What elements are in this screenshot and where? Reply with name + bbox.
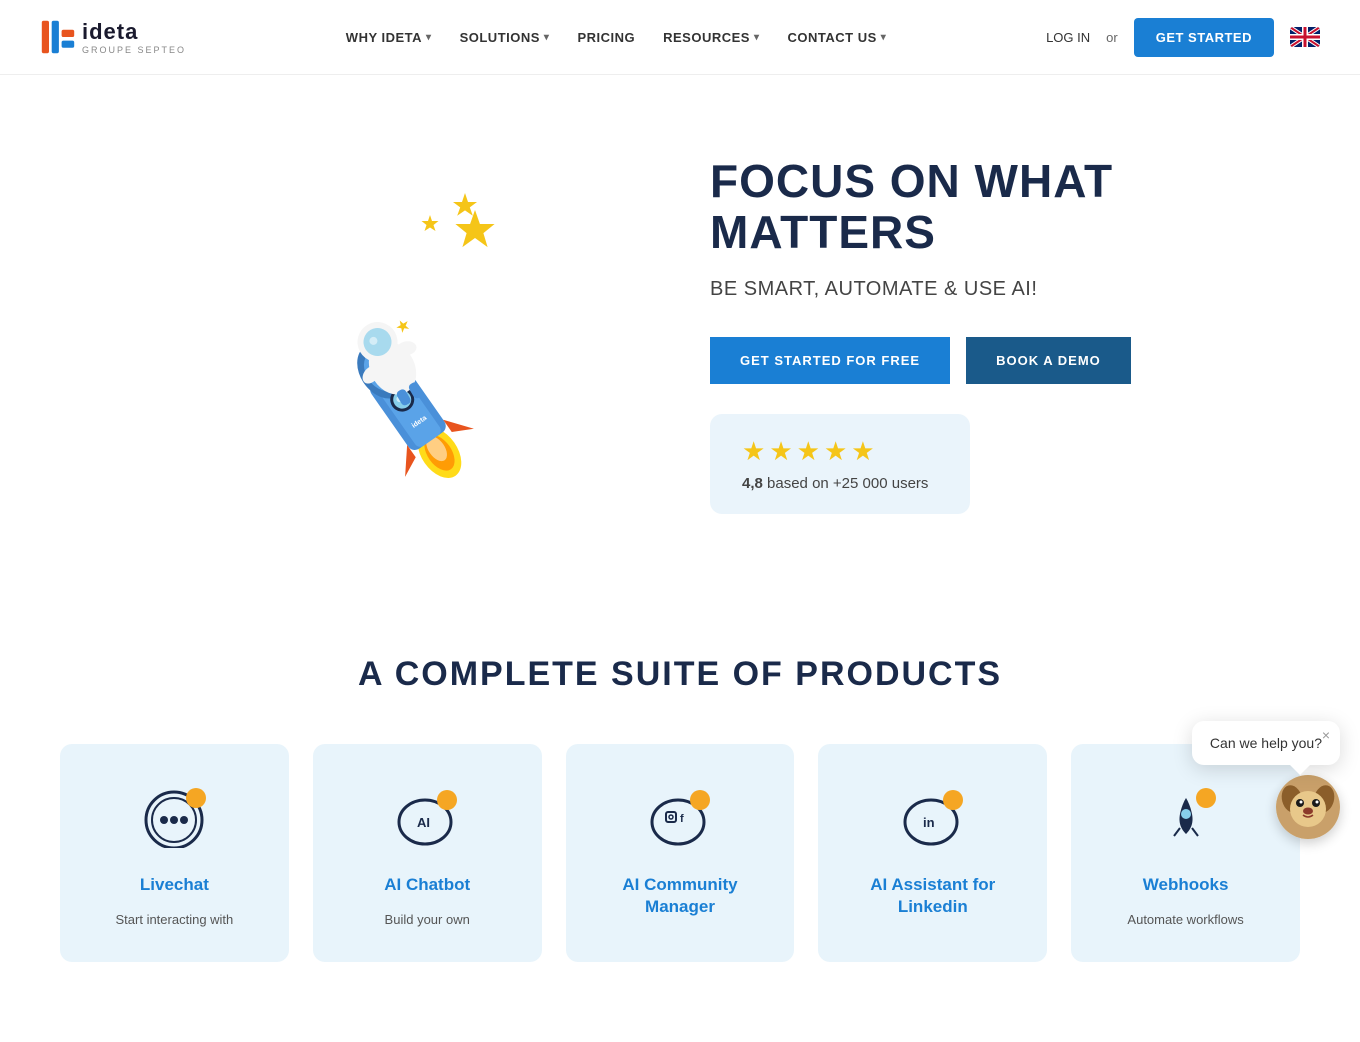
main-nav: WHY IDETA ▾ SOLUTIONS ▾ PRICING RESOURCE… <box>346 30 887 45</box>
rating-text: 4,8 based on +25 000 users <box>742 475 938 492</box>
hero-image: ideta <box>100 145 670 525</box>
hero-content: FOCUS ON WHAT MATTERS BE SMART, AUTOMATE… <box>670 156 1280 513</box>
products-section: A COMPLETE SUITE OF PRODUCTS Livechat St… <box>0 595 1360 1042</box>
logo-text: ideta GROUPE SEPTEO <box>82 19 186 55</box>
products-title: A COMPLETE SUITE OF PRODUCTS <box>60 655 1300 694</box>
nav-resources[interactable]: RESOURCES ▾ <box>663 30 759 45</box>
svg-text:f: f <box>680 813 684 825</box>
hero-title: FOCUS ON WHAT MATTERS <box>710 156 1280 257</box>
or-label: or <box>1106 30 1118 45</box>
hero-illustration: ideta <box>195 175 575 495</box>
hero-buttons: GET STARTED FOR FREE BOOK A DEMO <box>710 337 1131 384</box>
nav-pricing[interactable]: PRICING <box>577 30 635 45</box>
login-link[interactable]: LOG IN <box>1046 30 1090 45</box>
product-card-linkedin[interactable]: in AI Assistant for Linkedin <box>818 744 1047 962</box>
chat-bubble-text: Can we help you? <box>1210 735 1322 751</box>
get-started-free-button[interactable]: GET STARTED FOR FREE <box>710 337 950 384</box>
community-name: AI Community Manager <box>590 874 771 918</box>
livechat-desc: Start interacting with <box>116 910 234 930</box>
header: ideta GROUPE SEPTEO WHY IDETA ▾ SOLUTION… <box>0 0 1360 75</box>
star-1: ★ <box>742 436 765 467</box>
linkedin-assistant-icon: in <box>893 784 973 854</box>
header-get-started-button[interactable]: GET STARTED <box>1134 18 1274 57</box>
language-selector[interactable] <box>1290 27 1320 47</box>
stars-decoration <box>422 193 495 247</box>
star-3: ★ <box>797 436 820 467</box>
star-2: ★ <box>769 436 792 467</box>
product-card-chatbot[interactable]: AI AI Chatbot Build your own <box>313 744 542 962</box>
star-rating: ★ ★ ★ ★ ★ <box>742 436 938 467</box>
nav-solutions[interactable]: SOLUTIONS ▾ <box>460 30 550 45</box>
linkedin-name: AI Assistant for Linkedin <box>842 874 1023 918</box>
hero-section: ideta FOCUS ON WHAT M <box>0 75 1360 595</box>
logo[interactable]: ideta GROUPE SEPTEO <box>40 19 186 55</box>
webhooks-desc: Automate workflows <box>1127 910 1243 930</box>
chevron-down-icon: ▾ <box>426 32 432 43</box>
rating-box: ★ ★ ★ ★ ★ 4,8 based on +25 000 users <box>710 414 970 514</box>
chevron-down-icon: ▾ <box>544 32 550 43</box>
products-grid: Livechat Start interacting with AI AI Ch… <box>60 744 1300 962</box>
chevron-down-icon: ▾ <box>881 32 887 43</box>
nav-why-ideta[interactable]: WHY IDETA ▾ <box>346 30 432 45</box>
chat-help-bubble: × Can we help you? <box>1192 721 1340 765</box>
livechat-icon <box>134 784 214 854</box>
chatbot-name: AI Chatbot <box>384 874 470 896</box>
book-demo-button[interactable]: BOOK A DEMO <box>966 337 1131 384</box>
star-4: ★ <box>824 436 847 467</box>
livechat-name: Livechat <box>140 874 209 896</box>
product-card-community[interactable]: f AI Community Manager <box>566 744 795 962</box>
chat-close-button[interactable]: × <box>1322 727 1330 743</box>
logo-icon <box>40 19 76 55</box>
chevron-down-icon: ▾ <box>754 32 760 43</box>
product-card-livechat[interactable]: Livechat Start interacting with <box>60 744 289 962</box>
hero-subtitle: BE SMART, AUTOMATE & USE AI! <box>710 278 1037 301</box>
nav-contact-us[interactable]: CONTACT US ▾ <box>788 30 887 45</box>
chatbot-icon: AI <box>387 784 467 854</box>
community-icon: f <box>640 784 720 854</box>
svg-text:AI: AI <box>417 815 430 830</box>
chat-avatar[interactable] <box>1276 775 1340 839</box>
star-5: ★ <box>851 436 874 467</box>
webhooks-name: Webhooks <box>1143 874 1229 896</box>
chatbot-desc: Build your own <box>385 910 470 930</box>
chat-widget: × Can we help you? <box>1192 721 1340 839</box>
svg-text:in: in <box>923 815 935 830</box>
logo-name: ideta <box>82 19 186 45</box>
header-right: LOG IN or GET STARTED <box>1046 18 1320 57</box>
logo-subtext: GROUPE SEPTEO <box>82 45 186 55</box>
